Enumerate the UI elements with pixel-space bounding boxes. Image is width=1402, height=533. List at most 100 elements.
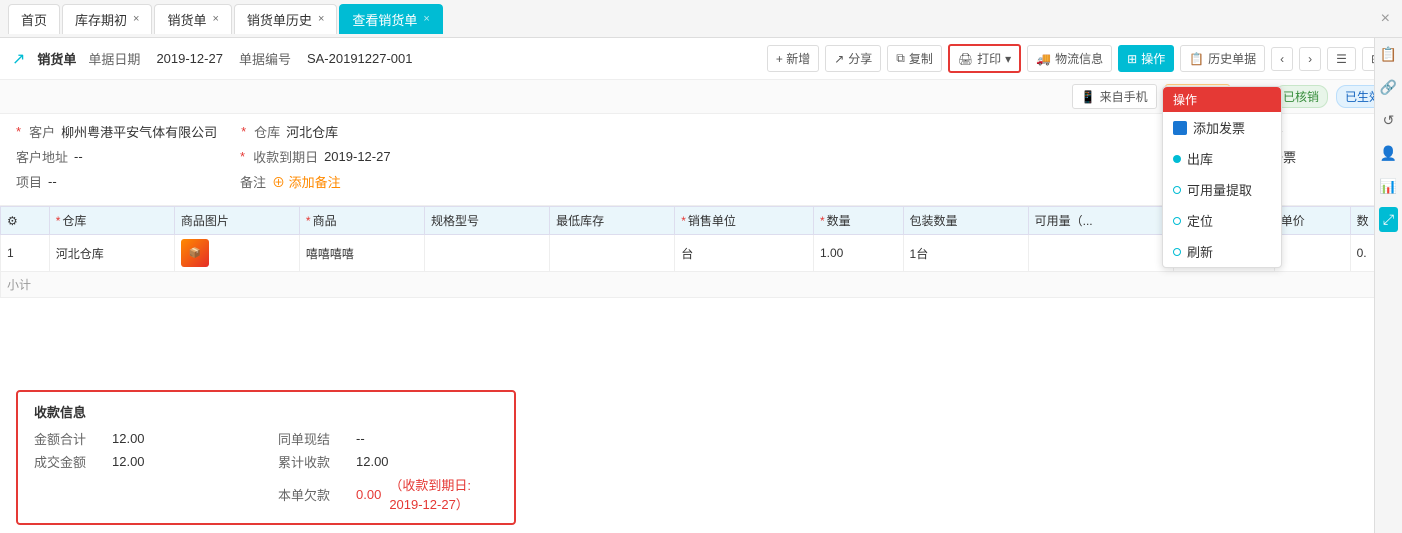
customer-field: * 客户 柳州粤港平安气体有限公司 <box>16 122 217 141</box>
dropdown-item-locate[interactable]: 定位 <box>1163 205 1281 236</box>
product-image: 📦 <box>181 239 209 267</box>
share-button[interactable]: ↗ 分享 <box>825 45 881 72</box>
no-value: SA-20191227-001 <box>307 51 413 66</box>
tab-inventory-label: 库存期初 <box>75 10 127 29</box>
tab-bar: 首页 库存期初 × 销货单 × 销货单历史 × 查看销货单 × × <box>0 0 1402 38</box>
print-icon: 🖨 <box>958 52 973 66</box>
accumulated-value: 12.00 <box>356 454 389 469</box>
invoice-label: 添加发票 <box>1193 118 1245 137</box>
project-field: 项目 -- <box>16 172 216 191</box>
row-min-stock <box>550 235 675 272</box>
tab-sales[interactable]: 销货单 × <box>154 4 231 34</box>
prev-button[interactable]: ‹ <box>1271 47 1293 71</box>
subtotal-label: 小计 <box>1 272 1402 298</box>
doc-meta: 单据日期 2019-12-27 单据编号 SA-20191227-001 <box>88 49 412 68</box>
tab-sales-label: 销货单 <box>167 10 206 29</box>
warehouse-required: * <box>241 124 246 139</box>
accumulated-label: 累计收款 <box>278 452 348 471</box>
transaction-label: 成交金额 <box>34 452 104 471</box>
dropdown-header: 操作 <box>1163 87 1281 112</box>
phone-icon: 📱 <box>1081 90 1096 104</box>
locate-label: 定位 <box>1187 211 1213 230</box>
tab-view-sales[interactable]: 查看销货单 × <box>339 4 442 34</box>
sold-status: 已核销 <box>1274 85 1328 108</box>
row-product: 嘻嘻嘻嘻 <box>299 235 424 272</box>
tab-home-label: 首页 <box>21 10 47 29</box>
refresh-label: 刷新 <box>1187 242 1213 261</box>
amount-total-label: 金额合计 <box>34 429 104 448</box>
col-available: 可用量（... <box>1028 207 1174 235</box>
logistics-button[interactable]: 🚚 物流信息 <box>1027 45 1112 72</box>
locate-icon <box>1173 217 1181 225</box>
col-unit: *销售单位 <box>675 207 814 235</box>
new-button[interactable]: + 新增 <box>767 45 819 72</box>
payment-amount-total-row: 金额合计 12.00 <box>34 429 254 448</box>
row-price <box>1274 235 1350 272</box>
tab-view-sales-label: 查看销货单 <box>352 10 417 29</box>
tab-inventory[interactable]: 库存期初 × <box>62 4 152 34</box>
col-price: 单价 <box>1274 207 1350 235</box>
gear-icon: ⚙ <box>7 214 18 228</box>
tab-home[interactable]: 首页 <box>8 4 60 34</box>
col-gear: ⚙ <box>1 207 50 235</box>
invoice-icon <box>1173 121 1187 135</box>
payment-grid: 金额合计 12.00 同单现结 -- 成交金额 12.00 累计收款 12.00 <box>34 429 498 513</box>
no-label: 单据编号 <box>239 49 291 68</box>
operate-button[interactable]: ⊞ 操作 <box>1118 45 1174 72</box>
dropdown-item-outbound[interactable]: 出库 <box>1163 143 1281 174</box>
history-button[interactable]: 📋 历史单据 <box>1180 45 1265 72</box>
sidebar-icon-4[interactable]: 👤 <box>1376 141 1401 166</box>
view-toggle-1[interactable]: ☰ <box>1327 47 1356 71</box>
sidebar-icon-expand[interactable]: ⤢ <box>1379 207 1398 232</box>
outbound-icon <box>1173 155 1181 163</box>
tab-history-close[interactable]: × <box>318 13 324 25</box>
add-note-button[interactable]: ⊕ 添加备注 <box>272 172 341 191</box>
payment-box: 收款信息 金额合计 12.00 同单现结 -- 成交金额 12.00 累计收款 … <box>16 390 516 525</box>
customer-label: 客户 <box>29 122 55 141</box>
warehouse-label: 仓库 <box>254 122 280 141</box>
available-icon <box>1173 186 1181 194</box>
payment-balance-row: 本单欠款 0.00 （收款到期日: 2019-12-27） <box>278 475 498 513</box>
outbound-label: 出库 <box>1187 149 1213 168</box>
row-warehouse: 河北仓库 <box>49 235 174 272</box>
header-actions: + 新增 ↗ 分享 ⧉ 复制 🖨 打印 ▾ 🚚 物流信息 <box>767 44 1390 73</box>
tab-sales-close[interactable]: × <box>212 13 218 25</box>
balance-label: 本单欠款 <box>278 485 348 504</box>
next-button[interactable]: › <box>1299 47 1321 71</box>
project-label: 项目 <box>16 172 42 191</box>
dropdown-item-available[interactable]: 可用量提取 <box>1163 174 1281 205</box>
col-spec: 规格型号 <box>425 207 550 235</box>
operate-icon: ⊞ <box>1127 52 1137 66</box>
due-date-field: * 收款到期日 2019-12-27 <box>240 147 440 166</box>
row-no: 1 <box>1 235 50 272</box>
sidebar-icon-3[interactable]: ↺ <box>1379 108 1399 133</box>
copy-button[interactable]: ⧉ 复制 <box>887 45 942 72</box>
address-field: 客户地址 -- <box>16 147 216 166</box>
balance-note: （收款到期日: 2019-12-27） <box>389 475 498 513</box>
tab-inventory-close[interactable]: × <box>133 13 139 25</box>
sidebar-icon-5[interactable]: 📊 <box>1376 174 1401 199</box>
date-label: 单据日期 <box>88 49 140 68</box>
phone-button[interactable]: 📱 来自手机 <box>1072 84 1157 109</box>
dropdown-item-refresh[interactable]: 刷新 <box>1163 236 1281 267</box>
tab-history[interactable]: 销货单历史 × <box>234 4 337 34</box>
sidebar-icon-2[interactable]: 🔗 <box>1376 75 1401 100</box>
window-close-button[interactable]: × <box>1377 6 1394 32</box>
balance-value: 0.00 <box>356 487 381 502</box>
due-date-label: 收款到期日 <box>253 147 318 166</box>
dropdown-item-invoice[interactable]: 添加发票 <box>1163 112 1281 143</box>
row-pack: 1台 <box>903 235 1028 272</box>
history-icon: 📋 <box>1189 52 1204 66</box>
row-unit: 台 <box>675 235 814 272</box>
customer-required: * <box>16 124 21 139</box>
copy-icon: ⧉ <box>896 51 905 66</box>
tab-view-sales-close[interactable]: × <box>423 13 429 25</box>
sidebar-icon-1[interactable]: 📋 <box>1376 42 1401 67</box>
share-icon: ↗ <box>834 52 844 66</box>
row-available <box>1028 235 1174 272</box>
print-button[interactable]: 🖨 打印 ▾ <box>948 44 1021 73</box>
tab-history-label: 销货单历史 <box>247 10 312 29</box>
col-pack: 包装数量 <box>903 207 1028 235</box>
amount-total-value: 12.00 <box>112 431 145 446</box>
add-note-icon: ⊕ <box>272 175 285 190</box>
